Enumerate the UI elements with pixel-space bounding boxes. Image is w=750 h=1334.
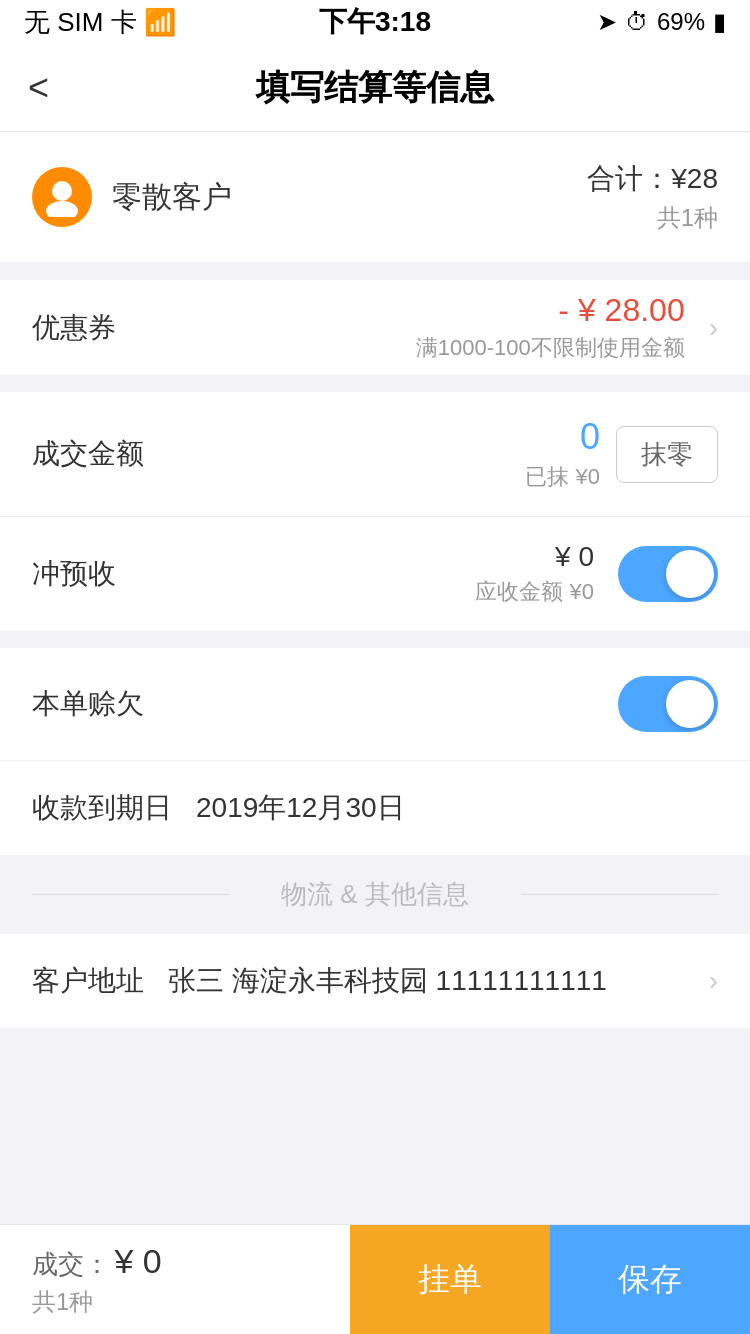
- credit-label: 本单赊欠: [32, 685, 144, 723]
- divider-1: [0, 264, 750, 280]
- credit-row: 本单赊欠: [0, 648, 750, 760]
- status-bar: 无 SIM 卡 📶 下午3:18 ➤ ⏱ 69% ▮: [0, 0, 750, 44]
- battery-label: 69%: [657, 8, 705, 36]
- divider-2: [0, 376, 750, 392]
- svg-point-1: [46, 201, 78, 217]
- address-label: 客户地址: [32, 962, 144, 1000]
- transaction-label: 成交金额: [32, 435, 144, 473]
- prepaid-sub: 应收金额 ¥0: [475, 577, 594, 607]
- bottom-count: 共1种: [32, 1286, 318, 1318]
- round-off-button[interactable]: 抹零: [616, 426, 718, 483]
- transaction-value-col: 0 已抹 ¥0: [525, 416, 600, 492]
- alarm-icon: ⏱: [625, 8, 649, 36]
- toggle-thumb: [666, 550, 714, 598]
- coupon-row[interactable]: 优惠券 - ¥ 28.00 满1000-100不限制使用金额 ›: [0, 280, 750, 376]
- coupon-right: - ¥ 28.00 满1000-100不限制使用金额 ›: [416, 292, 718, 363]
- customer-info-right: 合计：¥28 共1种: [587, 160, 718, 234]
- coupon-value: - ¥ 28.00: [416, 292, 685, 329]
- total-count: 共1种: [587, 202, 718, 234]
- status-left: 无 SIM 卡 📶: [24, 5, 176, 40]
- user-icon: [42, 177, 82, 217]
- transaction-sub: 已抹 ¥0: [525, 462, 600, 492]
- logistics-label: 物流 & 其他信息: [281, 877, 469, 912]
- credit-toggle[interactable]: [618, 676, 718, 732]
- coupon-value-col: - ¥ 28.00 满1000-100不限制使用金额: [416, 292, 685, 363]
- bottom-transaction-line: 成交： ¥ 0: [32, 1242, 318, 1282]
- divider-3: [0, 632, 750, 648]
- logistics-line-right: [521, 894, 718, 895]
- toggle-track: [618, 546, 718, 602]
- hold-button[interactable]: 挂单: [350, 1225, 550, 1335]
- credit-toggle-track: [618, 676, 718, 732]
- status-right: ➤ ⏱ 69% ▮: [597, 8, 726, 36]
- bottom-transaction-label: 成交：: [32, 1249, 110, 1279]
- address-row[interactable]: 客户地址 张三 海淀永丰科技园 11111111111 ›: [0, 934, 750, 1028]
- transaction-amount-row: 成交金额 0 已抹 ¥0 抹零: [0, 392, 750, 517]
- due-date-value: 2019年12月30日: [196, 789, 405, 827]
- main-content: 零散客户 合计：¥28 共1种 优惠券 - ¥ 28.00 满1000-100不…: [0, 132, 750, 1334]
- address-chevron: ›: [709, 965, 718, 997]
- transaction-value: 0: [525, 416, 600, 458]
- avatar: [32, 167, 92, 227]
- nav-bar: < 填写结算等信息: [0, 44, 750, 132]
- location-icon: ➤: [597, 8, 617, 36]
- bottom-amount: ¥ 0: [114, 1242, 161, 1280]
- customer-row: 零散客户 合计：¥28 共1种: [0, 132, 750, 262]
- bottom-bar: 成交： ¥ 0 共1种 挂单 保存: [0, 1224, 750, 1334]
- status-time: 下午3:18: [319, 3, 431, 41]
- logistics-section-header: 物流 & 其他信息: [0, 857, 750, 932]
- empty-space: [0, 1028, 750, 1228]
- logistics-line-left: [32, 894, 229, 895]
- bottom-summary: 成交： ¥ 0 共1种: [0, 1242, 350, 1318]
- coupon-sub: 满1000-100不限制使用金额: [416, 333, 685, 363]
- prepaid-values: ¥ 0 应收金额 ¥0: [475, 541, 594, 607]
- save-button[interactable]: 保存: [550, 1225, 750, 1335]
- prepaid-toggle[interactable]: [618, 546, 718, 602]
- prepaid-row: 冲预收 ¥ 0 应收金额 ¥0: [0, 517, 750, 632]
- customer-name: 零散客户: [112, 177, 232, 218]
- svg-point-0: [52, 181, 72, 201]
- address-value: 张三 海淀永丰科技园 11111111111: [168, 962, 701, 1000]
- back-button[interactable]: <: [28, 67, 49, 109]
- credit-toggle-thumb: [666, 680, 714, 728]
- due-date-row: 收款到期日 2019年12月30日: [0, 760, 750, 855]
- coupon-label: 优惠券: [32, 309, 116, 347]
- prepaid-amount: ¥ 0: [475, 541, 594, 573]
- coupon-chevron: ›: [709, 312, 718, 344]
- transaction-right: 0 已抹 ¥0 抹零: [525, 416, 718, 492]
- page-title: 填写结算等信息: [256, 65, 494, 111]
- prepaid-label: 冲预收: [32, 555, 116, 593]
- prepaid-right: ¥ 0 应收金额 ¥0: [475, 541, 718, 607]
- customer-info-left: 零散客户: [32, 167, 232, 227]
- due-date-label: 收款到期日: [32, 789, 172, 827]
- total-price: 合计：¥28: [587, 160, 718, 198]
- battery-icon: ▮: [713, 8, 726, 36]
